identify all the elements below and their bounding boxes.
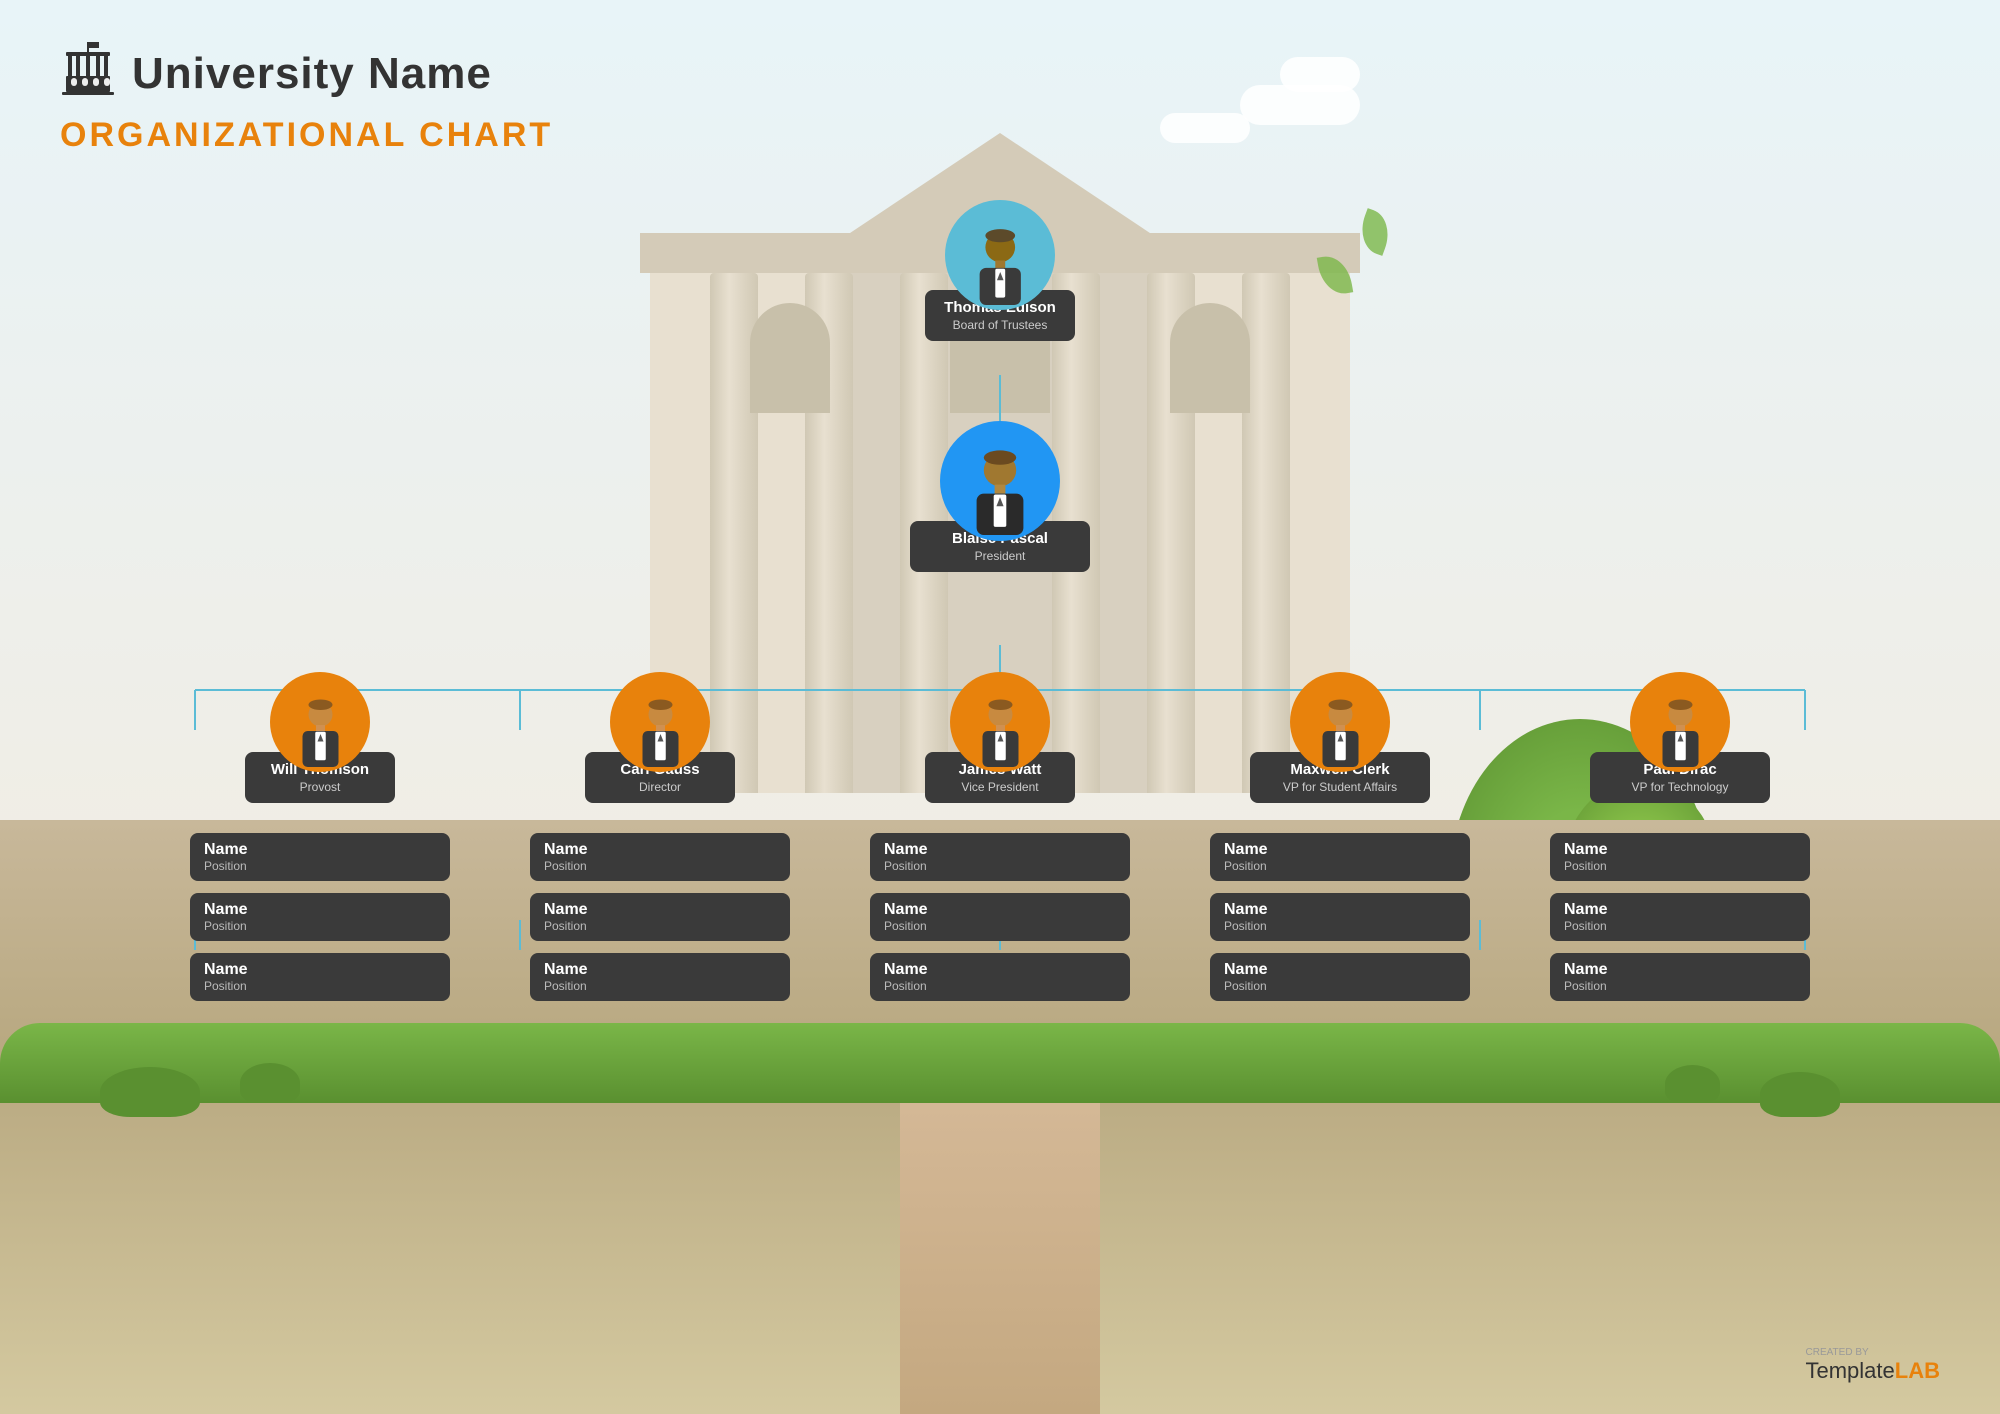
sub-name-wt-2: Name xyxy=(204,901,436,919)
person-thomas-edison: Thomas Edison Board of Trustees xyxy=(925,200,1075,341)
sub-pos-wt-2: Position xyxy=(204,919,436,933)
person-james-watt: James Watt Vice President xyxy=(925,672,1075,803)
person-will-thomson: Will Thomson Provost xyxy=(245,672,395,803)
branding: CREATED BY TemplateLAB xyxy=(1806,1347,1941,1384)
level2-container: Blaise Pascal President xyxy=(910,421,1090,572)
created-by-label: CREATED BY xyxy=(1806,1347,1941,1358)
level1-container: Thomas Edison Board of Trustees xyxy=(925,200,1075,341)
sub-card-jw-1: Name Position xyxy=(870,833,1130,881)
sub-card-jw-2: Name Position xyxy=(870,893,1130,941)
lab-text: LAB xyxy=(1895,1358,1940,1383)
sub-card-jw-3: Name Position xyxy=(870,953,1130,1001)
sub-card-mc-1: Name Position xyxy=(1210,833,1470,881)
position-james-watt: Vice President xyxy=(941,780,1059,796)
university-icon xyxy=(60,40,116,108)
university-name: University Name xyxy=(132,49,492,99)
template-text: Template xyxy=(1806,1358,1895,1383)
position-maxwell-clerk: VP for Student Affairs xyxy=(1266,780,1414,796)
sub-card-pd-3: Name Position xyxy=(1550,953,1810,1001)
sub-card-wt-1: Name Position xyxy=(190,833,450,881)
avatar-james-watt xyxy=(950,672,1050,772)
sub-name-wt-1: Name xyxy=(204,841,436,859)
person-blaise-pascal: Blaise Pascal President xyxy=(910,421,1090,572)
org-chart-title: ORGANIZATIONAL CHART xyxy=(60,116,1940,155)
person-maxwell-clerk: Maxwell Clerk VP for Student Affairs xyxy=(1250,672,1430,803)
sub-card-cg-2: Name Position xyxy=(530,893,790,941)
sub-name-wt-3: Name xyxy=(204,961,436,979)
sub-card-cg-1: Name Position xyxy=(530,833,790,881)
position-blaise-pascal: President xyxy=(926,549,1074,565)
position-paul-dirac: VP for Technology xyxy=(1606,780,1754,796)
avatar-paul-dirac xyxy=(1630,672,1730,772)
col-will-thomson: Will Thomson Provost Name Position Name … xyxy=(190,672,450,1001)
sub-card-wt-2: Name Position xyxy=(190,893,450,941)
avatar-maxwell-clerk xyxy=(1290,672,1390,772)
org-chart: Thomas Edison Board of Trustees Blaise P… xyxy=(0,200,2000,1001)
sub-card-wt-3: Name Position xyxy=(190,953,450,1001)
avatar-carl-gauss xyxy=(610,672,710,772)
sub-card-cg-3: Name Position xyxy=(530,953,790,1001)
sub-pos-wt-1: Position xyxy=(204,859,436,873)
col-maxwell-clerk: Maxwell Clerk VP for Student Affairs Nam… xyxy=(1210,672,1470,1001)
sub-card-mc-2: Name Position xyxy=(1210,893,1470,941)
avatar-will-thomson xyxy=(270,672,370,772)
sub-card-mc-3: Name Position xyxy=(1210,953,1470,1001)
col-carl-gauss: Carl Gauss Director Name Position Name P… xyxy=(530,672,790,1001)
avatar-blaise-pascal xyxy=(940,421,1060,541)
person-carl-gauss: Carl Gauss Director xyxy=(585,672,735,803)
position-carl-gauss: Director xyxy=(601,780,719,796)
col-james-watt: James Watt Vice President Name Position … xyxy=(870,672,1130,1001)
sub-pos-wt-3: Position xyxy=(204,979,436,993)
position-will-thomson: Provost xyxy=(261,780,379,796)
sub-card-pd-1: Name Position xyxy=(1550,833,1810,881)
level3-container: Will Thomson Provost Name Position Name … xyxy=(0,672,2000,1001)
sub-card-pd-2: Name Position xyxy=(1550,893,1810,941)
header: University Name xyxy=(60,40,1940,108)
col-paul-dirac: Paul Dirac VP for Technology Name Positi… xyxy=(1550,672,1810,1001)
avatar-thomas-edison xyxy=(945,200,1055,310)
position-thomas-edison: Board of Trustees xyxy=(941,318,1059,334)
person-paul-dirac: Paul Dirac VP for Technology xyxy=(1590,672,1770,803)
